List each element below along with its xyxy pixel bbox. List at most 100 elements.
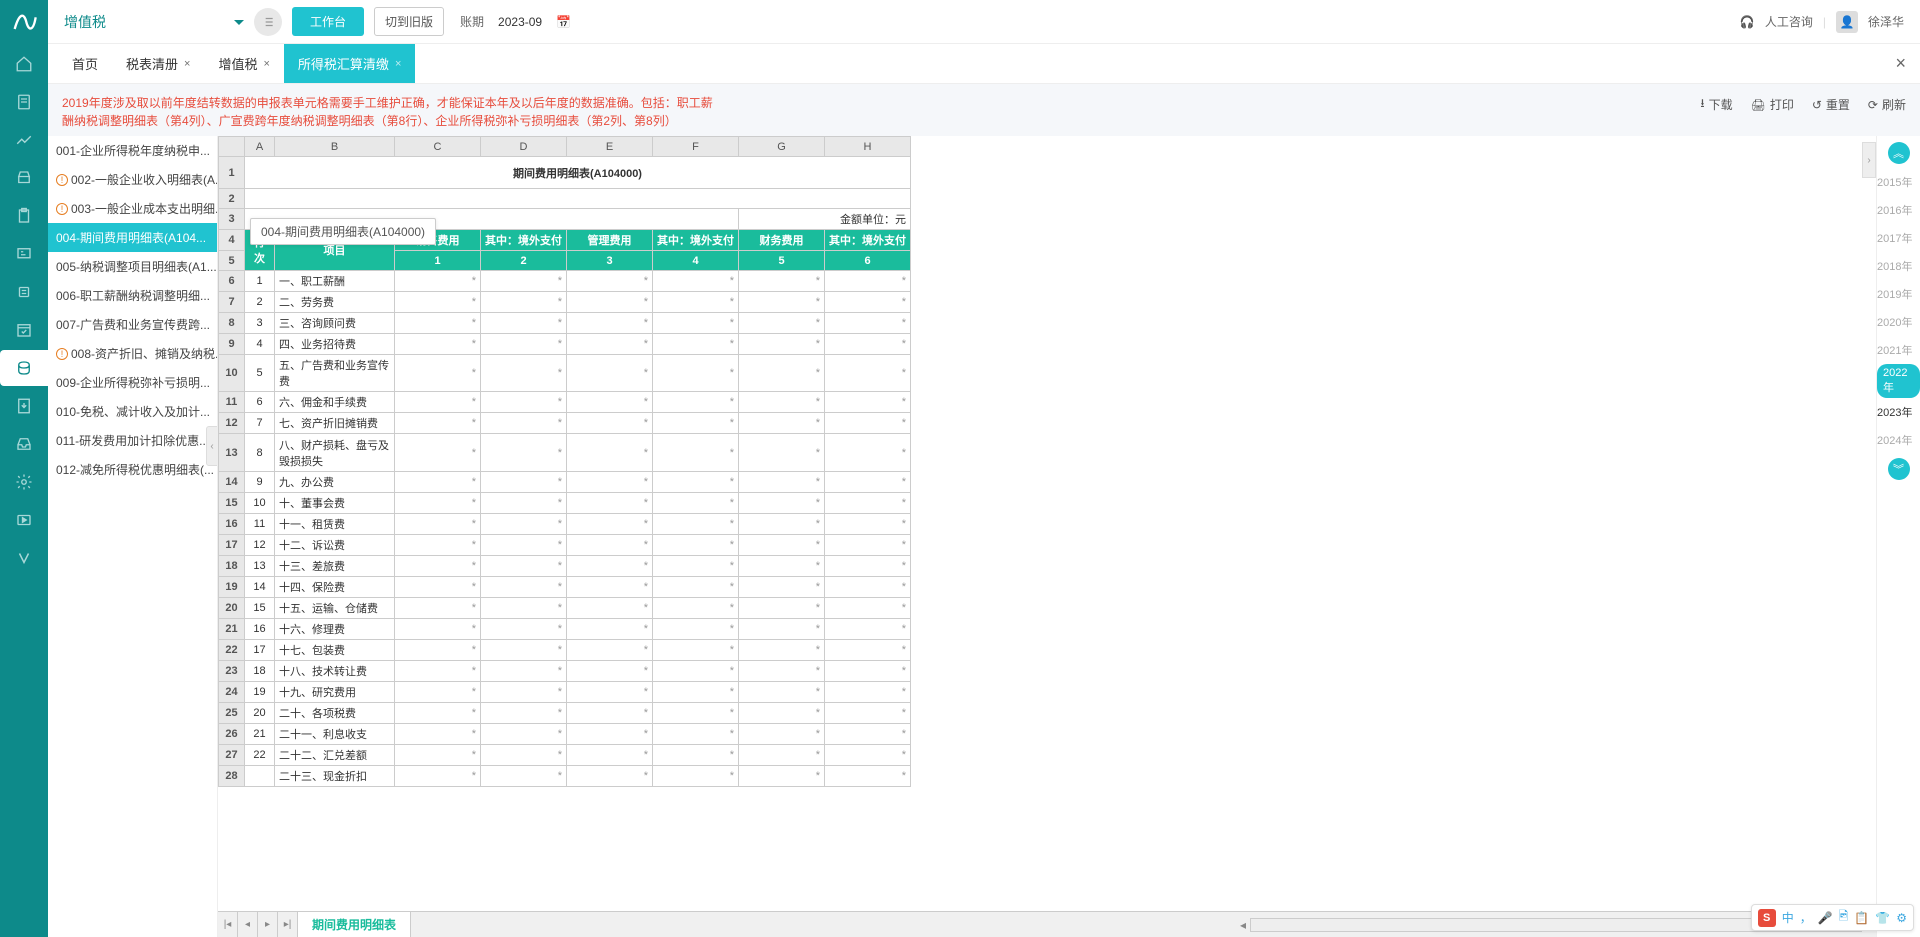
data-cell[interactable]: * — [653, 313, 739, 334]
data-cell[interactable]: * — [825, 703, 911, 724]
nav-settings-icon[interactable] — [0, 464, 48, 500]
doc-list-item[interactable]: 009-企业所得税弥补亏损明... — [48, 368, 217, 397]
row-header[interactable]: 10 — [219, 355, 245, 392]
row-header[interactable]: 19 — [219, 577, 245, 598]
row-header[interactable]: 13 — [219, 434, 245, 472]
data-cell[interactable]: * — [567, 745, 653, 766]
year-option[interactable]: 2017年 — [1877, 224, 1920, 252]
data-cell[interactable]: * — [481, 682, 567, 703]
doc-list-item[interactable]: 007-广告费和业务宣传费跨... — [48, 310, 217, 339]
data-cell[interactable]: * — [567, 619, 653, 640]
data-cell[interactable]: * — [825, 472, 911, 493]
data-cell[interactable]: * — [653, 640, 739, 661]
ime-skin-icon[interactable]: 👕 — [1875, 911, 1890, 925]
data-cell[interactable]: * — [481, 535, 567, 556]
data-cell[interactable]: * — [825, 434, 911, 472]
data-cell[interactable]: * — [567, 556, 653, 577]
data-cell[interactable]: * — [825, 724, 911, 745]
data-cell[interactable]: * — [481, 514, 567, 535]
doc-list-item[interactable]: !008-资产折旧、摊销及纳税... — [48, 339, 217, 368]
data-cell[interactable]: * — [653, 724, 739, 745]
data-cell[interactable]: * — [653, 392, 739, 413]
data-cell[interactable]: * — [567, 413, 653, 434]
doc-list-item[interactable]: 012-减免所得税优惠明细表(... — [48, 455, 217, 484]
data-cell[interactable]: * — [481, 745, 567, 766]
data-cell[interactable]: * — [739, 619, 825, 640]
data-cell[interactable]: * — [653, 766, 739, 787]
data-cell[interactable]: * — [481, 619, 567, 640]
doc-list-item[interactable]: 001-企业所得税年度纳税申... — [48, 136, 217, 165]
sheet-nav-last-icon[interactable]: ▸| — [278, 912, 298, 937]
data-cell[interactable]: * — [481, 703, 567, 724]
nav-chart-icon[interactable] — [0, 122, 48, 158]
data-cell[interactable]: * — [653, 472, 739, 493]
data-cell[interactable]: * — [395, 334, 481, 355]
data-cell[interactable]: * — [481, 493, 567, 514]
nav-calendar-icon[interactable] — [0, 312, 48, 348]
sheet-nav-next-icon[interactable]: ▸ — [258, 912, 278, 937]
doc-list-item[interactable]: 004-期间费用明细表(A104... — [48, 223, 217, 252]
col-header[interactable]: E — [567, 137, 653, 157]
data-cell[interactable]: * — [481, 598, 567, 619]
nav-tax-icon[interactable] — [0, 350, 48, 386]
nav-receipt-icon[interactable] — [0, 236, 48, 272]
data-cell[interactable]: * — [395, 766, 481, 787]
scroll-up-icon[interactable]: ︽ — [1888, 142, 1910, 164]
data-cell[interactable]: * — [825, 292, 911, 313]
data-cell[interactable]: * — [481, 556, 567, 577]
doc-list-item[interactable]: 010-免税、减计收入及加计... — [48, 397, 217, 426]
row-header[interactable]: 7 — [219, 292, 245, 313]
data-cell[interactable]: * — [481, 334, 567, 355]
row-header[interactable]: 28 — [219, 766, 245, 787]
row-header[interactable]: 4 — [219, 230, 245, 251]
data-cell[interactable]: * — [825, 392, 911, 413]
data-cell[interactable]: * — [739, 766, 825, 787]
data-cell[interactable]: * — [653, 535, 739, 556]
sheet-nav-prev-icon[interactable]: ◂ — [238, 912, 258, 937]
data-cell[interactable]: * — [739, 535, 825, 556]
col-header[interactable]: A — [245, 137, 275, 157]
nav-export-icon[interactable] — [0, 388, 48, 424]
data-cell[interactable]: * — [395, 535, 481, 556]
data-cell[interactable]: * — [481, 292, 567, 313]
workbench-button[interactable]: 工作台 — [292, 7, 364, 36]
select-all-cell[interactable] — [219, 137, 245, 157]
data-cell[interactable]: * — [653, 556, 739, 577]
data-cell[interactable]: * — [395, 661, 481, 682]
data-cell[interactable]: * — [567, 271, 653, 292]
period-value[interactable]: 2023-09 — [498, 15, 542, 29]
data-cell[interactable]: * — [481, 392, 567, 413]
data-cell[interactable]: * — [567, 292, 653, 313]
data-cell[interactable]: * — [739, 703, 825, 724]
data-cell[interactable]: * — [653, 514, 739, 535]
data-cell[interactable]: * — [825, 413, 911, 434]
data-cell[interactable]: * — [653, 292, 739, 313]
data-cell[interactable]: * — [653, 493, 739, 514]
data-cell[interactable]: * — [739, 334, 825, 355]
data-cell[interactable]: * — [395, 292, 481, 313]
data-cell[interactable]: * — [825, 766, 911, 787]
row-header[interactable]: 12 — [219, 413, 245, 434]
data-cell[interactable]: * — [825, 355, 911, 392]
data-cell[interactable]: * — [739, 313, 825, 334]
data-cell[interactable]: * — [739, 577, 825, 598]
col-header[interactable]: F — [653, 137, 739, 157]
data-cell[interactable]: * — [825, 682, 911, 703]
row-header[interactable]: 6 — [219, 271, 245, 292]
year-option[interactable]: 2015年 — [1877, 168, 1920, 196]
data-cell[interactable]: * — [653, 577, 739, 598]
nav-inbox-icon[interactable] — [0, 426, 48, 462]
data-cell[interactable]: * — [653, 619, 739, 640]
data-cell[interactable]: * — [395, 577, 481, 598]
data-cell[interactable]: * — [395, 745, 481, 766]
data-cell[interactable]: * — [825, 556, 911, 577]
row-header[interactable]: 14 — [219, 472, 245, 493]
row-header[interactable]: 20 — [219, 598, 245, 619]
data-cell[interactable]: * — [481, 355, 567, 392]
data-cell[interactable]: * — [395, 392, 481, 413]
row-header[interactable]: 26 — [219, 724, 245, 745]
data-cell[interactable]: * — [739, 598, 825, 619]
ime-keyboard-icon[interactable]: 🖻 — [1839, 907, 1849, 928]
row-header[interactable]: 23 — [219, 661, 245, 682]
col-header[interactable]: D — [481, 137, 567, 157]
